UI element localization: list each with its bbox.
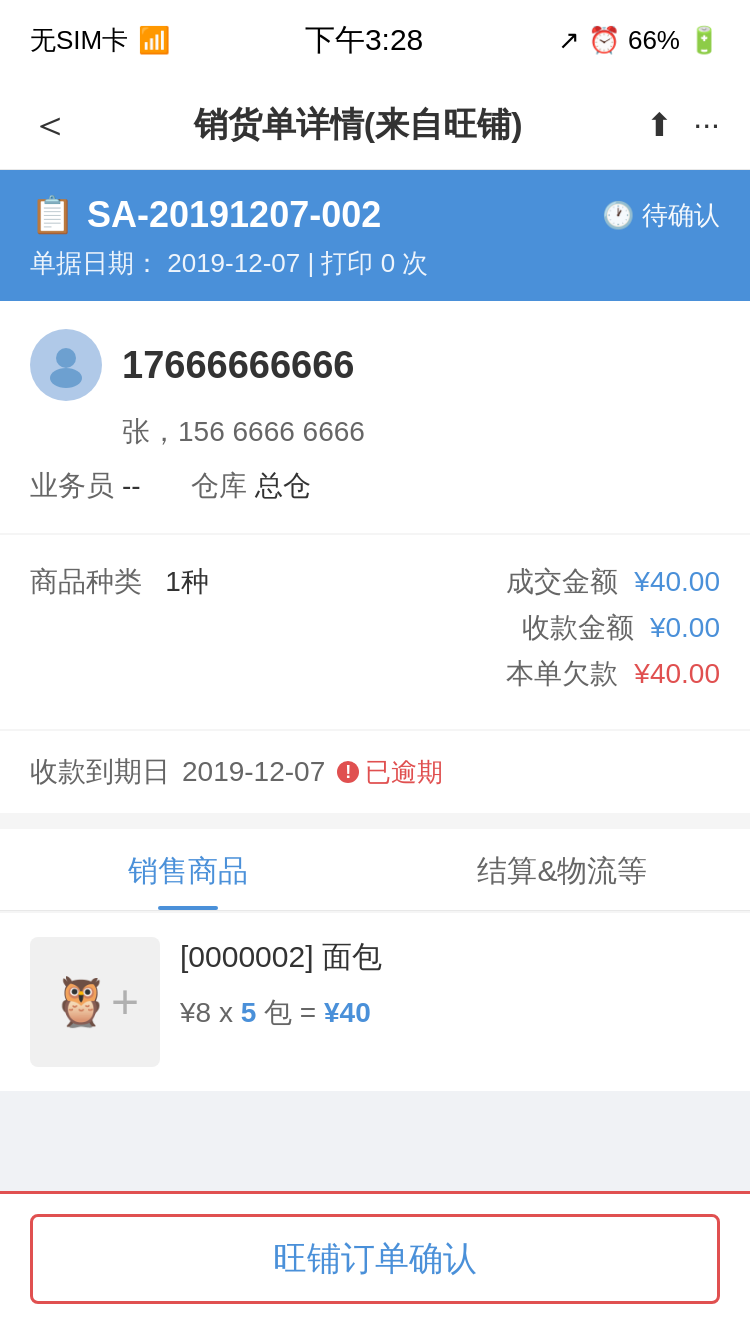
price-unit: ¥8 — [180, 997, 211, 1028]
received-label: 收款金额 — [522, 609, 634, 647]
sales-value: -- — [122, 470, 141, 502]
status-left: 无SIM卡 📶 — [30, 23, 170, 58]
battery-icon: 🔋 — [688, 25, 720, 56]
summary-left: 商品种类 1种 — [30, 563, 209, 601]
overdue-badge: ! 已逾期 — [337, 755, 443, 790]
date-label: 单据日期： — [30, 248, 160, 278]
print-count: 0 — [381, 248, 395, 278]
status-right: ↗ ⏰ 66% 🔋 — [558, 25, 720, 56]
warehouse-label: 仓库 — [191, 467, 247, 505]
amount-value: ¥40.00 — [634, 566, 720, 598]
multiply-sign: x — [219, 997, 241, 1028]
product-qty: 5 — [241, 997, 257, 1028]
date-value: 2019-12-07 — [167, 248, 300, 278]
order-status: 🕐 待确认 — [602, 198, 720, 233]
print-label: 打印 — [321, 248, 373, 278]
nav-actions: ⬆ ··· — [646, 106, 720, 144]
status-text: 待确认 — [642, 198, 720, 233]
product-image-icon: 🦉+ — [51, 974, 139, 1030]
confirm-button-label: 旺铺订单确认 — [273, 1236, 477, 1282]
amount-label: 成交金额 — [506, 563, 618, 601]
tab-sales-label: 销售商品 — [128, 851, 248, 892]
page-title: 销货单详情(来自旺铺) — [194, 102, 523, 148]
owed-row: 本单欠款 ¥40.00 — [506, 655, 720, 693]
status-bar: 无SIM卡 📶 下午3:28 ↗ ⏰ 66% 🔋 — [0, 0, 750, 80]
sales-label: 业务员 — [30, 467, 114, 505]
summary-card: 商品种类 1种 成交金额 ¥40.00 收款金额 ¥0.00 本单欠款 ¥40.… — [0, 535, 750, 729]
overdue-text: 已逾期 — [365, 755, 443, 790]
owed-value: ¥40.00 — [634, 658, 720, 690]
tabs-bar: 销售商品 结算&物流等 — [0, 829, 750, 911]
order-date: 单据日期： 2019-12-07 | 打印 0 次 — [30, 246, 720, 281]
svg-point-1 — [50, 368, 82, 388]
qty-unit: 包 — [264, 997, 292, 1028]
share-icon[interactable]: ⬆ — [646, 106, 673, 144]
back-button[interactable]: ＜ — [30, 97, 70, 152]
svg-point-0 — [56, 348, 76, 368]
confirm-button-wrapper: 旺铺订单确认 — [0, 1191, 750, 1334]
carrier-label: 无SIM卡 — [30, 23, 128, 58]
due-date-label: 收款到期日 — [30, 753, 170, 791]
customer-info-row: 业务员 -- 仓库 总仓 — [30, 467, 720, 505]
due-date-value: 2019-12-07 — [182, 756, 325, 788]
overdue-icon: ! — [337, 761, 359, 783]
confirm-order-button[interactable]: 旺铺订单确认 — [30, 1214, 720, 1304]
more-icon[interactable]: ··· — [693, 106, 720, 143]
customer-name: 张，156 6666 6666 — [122, 413, 720, 451]
tab-indicator — [158, 906, 218, 910]
avatar — [30, 329, 102, 401]
summary-right: 成交金额 ¥40.00 收款金额 ¥0.00 本单欠款 ¥40.00 — [506, 563, 720, 701]
wifi-icon: 📶 — [138, 25, 170, 56]
order-icon: 📋 — [30, 194, 75, 236]
product-name-text: 面包 — [322, 940, 382, 973]
nav-bar: ＜ 销货单详情(来自旺铺) ⬆ ··· — [0, 80, 750, 170]
location-icon: ↗ — [558, 25, 580, 56]
warehouse-value: 总仓 — [255, 467, 311, 505]
received-row: 收款金额 ¥0.00 — [506, 609, 720, 647]
due-date-card: 收款到期日 2019-12-07 ! 已逾期 — [0, 731, 750, 813]
equals-sign: = — [300, 997, 324, 1028]
product-code: [0000002] — [180, 940, 313, 973]
customer-card: 17666666666 张，156 6666 6666 业务员 -- 仓库 总仓 — [0, 301, 750, 533]
product-info: [0000002] 面包 ¥8 x 5 包 = ¥40 — [180, 937, 720, 1032]
battery-label: 66% — [628, 25, 680, 56]
separator: | — [307, 248, 321, 278]
tab-settlement[interactable]: 结算&物流等 — [375, 829, 750, 910]
status-time: 下午3:28 — [305, 20, 423, 61]
order-header-card: 📋 SA-20191207-002 🕐 待确认 单据日期： 2019-12-07… — [0, 170, 750, 301]
product-type-value: 1种 — [165, 566, 209, 597]
customer-phone: 17666666666 — [122, 344, 354, 387]
order-id-value: SA-20191207-002 — [87, 194, 381, 236]
product-type-label: 商品种类 — [30, 566, 142, 597]
amount-row: 成交金额 ¥40.00 — [506, 563, 720, 601]
tab-settlement-label: 结算&物流等 — [477, 851, 647, 892]
alarm-icon: ⏰ — [588, 25, 620, 56]
product-image: 🦉+ — [30, 937, 160, 1067]
received-value: ¥0.00 — [650, 612, 720, 644]
avatar-icon — [41, 340, 91, 390]
owed-label: 本单欠款 — [506, 655, 618, 693]
product-price: ¥8 x 5 包 = ¥40 — [180, 994, 720, 1032]
print-unit: 次 — [402, 248, 428, 278]
tab-sales[interactable]: 销售商品 — [0, 829, 375, 910]
product-total: ¥40 — [324, 997, 371, 1028]
product-card: 🦉+ [0000002] 面包 ¥8 x 5 包 = ¥40 — [0, 913, 750, 1091]
order-id: 📋 SA-20191207-002 — [30, 194, 381, 236]
product-name: [0000002] 面包 — [180, 937, 720, 978]
clock-icon: 🕐 — [602, 200, 634, 231]
